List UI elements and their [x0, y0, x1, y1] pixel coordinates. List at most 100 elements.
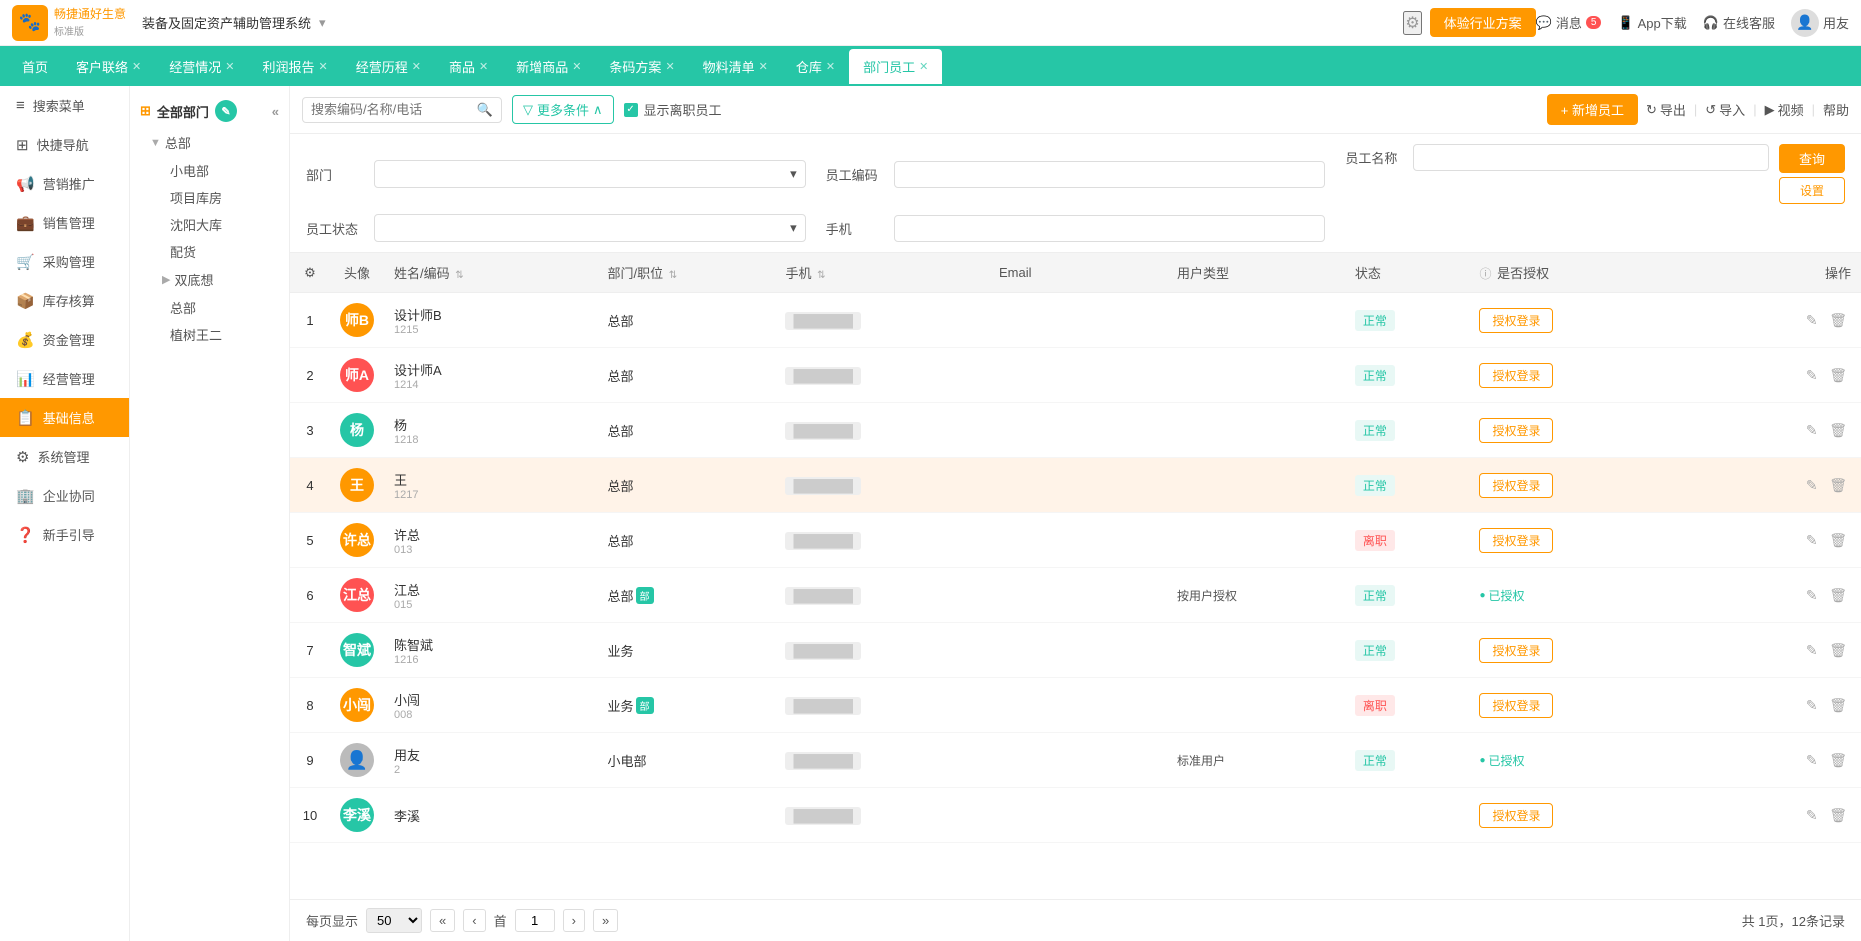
sidebar-item-quick-nav[interactable]: ⊞ 快捷导航 — [0, 125, 129, 164]
edit-button[interactable]: ✎ — [1802, 640, 1822, 661]
dept-item-project-room[interactable]: 项目库房 — [138, 184, 289, 211]
edit-button[interactable]: ✎ — [1802, 475, 1822, 496]
sidebar-item-marketing[interactable]: 📢 营销推广 — [0, 164, 129, 203]
delete-button[interactable]: 🗑 — [1825, 750, 1851, 771]
edit-button[interactable]: ✎ — [1802, 365, 1822, 386]
set-button[interactable]: 设置 — [1779, 177, 1845, 204]
th-name[interactable]: 姓名/编码 ⇅ — [384, 253, 598, 293]
page-size-select[interactable]: 50 20 100 — [366, 908, 422, 933]
auth-login-button[interactable]: 授权登录 — [1479, 363, 1553, 388]
show-resigned-checkbox[interactable]: ✓ — [624, 103, 638, 117]
edit-button[interactable]: ✎ — [1802, 310, 1822, 331]
settings-icon[interactable]: ⚙ — [304, 265, 316, 280]
sidebar-item-search-menu[interactable]: ≡ 搜索菜单 — [0, 86, 129, 125]
search-input[interactable] — [311, 102, 477, 117]
auth-login-button[interactable]: 授权登录 — [1479, 418, 1553, 443]
more-filter-button[interactable]: ▽ 更多条件 ∧ — [512, 95, 614, 124]
dept-item-shenyang[interactable]: 沈阳大库 — [138, 211, 289, 238]
tab-goods[interactable]: 商品 ✕ — [435, 49, 502, 84]
close-goods-tab[interactable]: ✕ — [479, 60, 488, 73]
delete-button[interactable]: 🗑 — [1825, 640, 1851, 661]
emp-name-input[interactable] — [1413, 144, 1769, 171]
delete-button[interactable]: 🗑 — [1825, 475, 1851, 496]
sidebar-item-guide[interactable]: ❓ 新手引导 — [0, 515, 129, 554]
status-select[interactable]: ▾ — [374, 214, 806, 242]
prev-page-button[interactable]: ‹ — [463, 909, 485, 932]
auth-login-button[interactable]: 授权登录 — [1479, 803, 1553, 828]
first-page-button[interactable]: « — [430, 909, 455, 932]
auth-login-button[interactable]: 授权登录 — [1479, 473, 1553, 498]
th-dept[interactable]: 部门/职位 ⇅ — [598, 253, 776, 293]
auth-login-button[interactable]: 授权登录 — [1479, 528, 1553, 553]
close-business-tab[interactable]: ✕ — [225, 60, 234, 73]
user-info[interactable]: 👤 用友 — [1791, 9, 1849, 37]
tab-staff[interactable]: 部门员工 ✕ — [849, 49, 942, 84]
auth-login-button[interactable]: 授权登录 — [1479, 638, 1553, 663]
sidebar-item-inventory[interactable]: 📦 库存核算 — [0, 281, 129, 320]
last-page-button[interactable]: » — [593, 909, 618, 932]
tab-material[interactable]: 物料清单 ✕ — [689, 49, 782, 84]
close-staff-tab[interactable]: ✕ — [919, 60, 928, 73]
title-dropdown-arrow[interactable]: ▾ — [319, 15, 326, 31]
dept-collapse-button[interactable]: « — [272, 104, 279, 119]
sidebar-item-purchase[interactable]: 🛒 采购管理 — [0, 242, 129, 281]
delete-button[interactable]: 🗑 — [1825, 310, 1851, 331]
message-button[interactable]: 💬 消息 5 — [1536, 13, 1602, 32]
delete-button[interactable]: 🗑 — [1825, 420, 1851, 441]
sidebar-item-operations[interactable]: 📊 经营管理 — [0, 359, 129, 398]
search-icon[interactable]: 🔍 — [477, 102, 493, 118]
tab-add-goods[interactable]: 新增商品 ✕ — [502, 49, 595, 84]
emp-code-input[interactable] — [894, 161, 1326, 188]
page-number-input[interactable] — [515, 909, 555, 932]
delete-button[interactable]: 🗑 — [1825, 805, 1851, 826]
export-button[interactable]: ↻ 导出 — [1646, 100, 1686, 119]
close-process-tab[interactable]: ✕ — [412, 60, 421, 73]
dept-edit-button[interactable]: ✎ — [215, 100, 237, 122]
trial-button[interactable]: 体验行业方案 — [1430, 8, 1536, 37]
dept-item-distribution[interactable]: 配货 — [138, 238, 289, 265]
auth-login-button[interactable]: 授权登录 — [1479, 308, 1553, 333]
edit-button[interactable]: ✎ — [1802, 695, 1822, 716]
edit-button[interactable]: ✎ — [1802, 585, 1822, 606]
view-button[interactable]: ▶ 视频 — [1765, 100, 1804, 119]
show-resigned-toggle[interactable]: ✓ 显示离职员工 — [624, 100, 722, 119]
tab-home[interactable]: 首页 — [8, 49, 62, 84]
add-staff-button[interactable]: + 新增员工 — [1547, 94, 1638, 125]
close-profit-tab[interactable]: ✕ — [319, 60, 328, 73]
edit-button[interactable]: ✎ — [1802, 750, 1822, 771]
edit-button[interactable]: ✎ — [1802, 805, 1822, 826]
sidebar-item-sales[interactable]: 💼 销售管理 — [0, 203, 129, 242]
tab-barcode[interactable]: 条码方案 ✕ — [595, 49, 688, 84]
dept-item-small-elec[interactable]: 小电部 — [138, 157, 289, 184]
delete-button[interactable]: 🗑 — [1825, 695, 1851, 716]
auth-info-icon[interactable]: ⓘ — [1479, 267, 1491, 281]
th-phone[interactable]: 手机 ⇅ — [775, 253, 989, 293]
help-button[interactable]: 帮助 — [1823, 100, 1849, 119]
auth-login-button[interactable]: 授权登录 — [1479, 693, 1553, 718]
online-service-button[interactable]: 🎧 在线客服 — [1703, 13, 1775, 32]
dept-item-head[interactable]: ▼ 总部 — [130, 128, 289, 157]
sidebar-item-enterprise[interactable]: 🏢 企业协同 — [0, 476, 129, 515]
delete-button[interactable]: 🗑 — [1825, 585, 1851, 606]
delete-button[interactable]: 🗑 — [1825, 365, 1851, 386]
query-button[interactable]: 查询 — [1779, 144, 1845, 173]
dept-select[interactable]: ▾ — [374, 160, 806, 188]
close-material-tab[interactable]: ✕ — [759, 60, 768, 73]
edit-button[interactable]: ✎ — [1802, 530, 1822, 551]
tab-business[interactable]: 经营情况 ✕ — [155, 49, 248, 84]
close-customer-tab[interactable]: ✕ — [132, 60, 141, 73]
tab-profit[interactable]: 利润报告 ✕ — [248, 49, 341, 84]
import-button[interactable]: ↺ 导入 — [1705, 100, 1745, 119]
dept-item-plant-king[interactable]: 植树王二 — [138, 321, 289, 348]
sidebar-item-base-info[interactable]: 📋 基础信息 — [0, 398, 129, 437]
tab-process[interactable]: 经营历程 ✕ — [342, 49, 435, 84]
delete-button[interactable]: 🗑 — [1825, 530, 1851, 551]
next-page-button[interactable]: › — [563, 909, 585, 932]
dept-item-double-think[interactable]: ▶ 双底想 — [138, 265, 289, 294]
edit-button[interactable]: ✎ — [1802, 420, 1822, 441]
sidebar-item-system[interactable]: ⚙ 系统管理 — [0, 437, 129, 476]
sidebar-item-finance[interactable]: 💰 资金管理 — [0, 320, 129, 359]
close-warehouse-tab[interactable]: ✕ — [826, 60, 835, 73]
close-barcode-tab[interactable]: ✕ — [665, 60, 674, 73]
app-download-button[interactable]: 📱 App下载 — [1617, 13, 1686, 32]
